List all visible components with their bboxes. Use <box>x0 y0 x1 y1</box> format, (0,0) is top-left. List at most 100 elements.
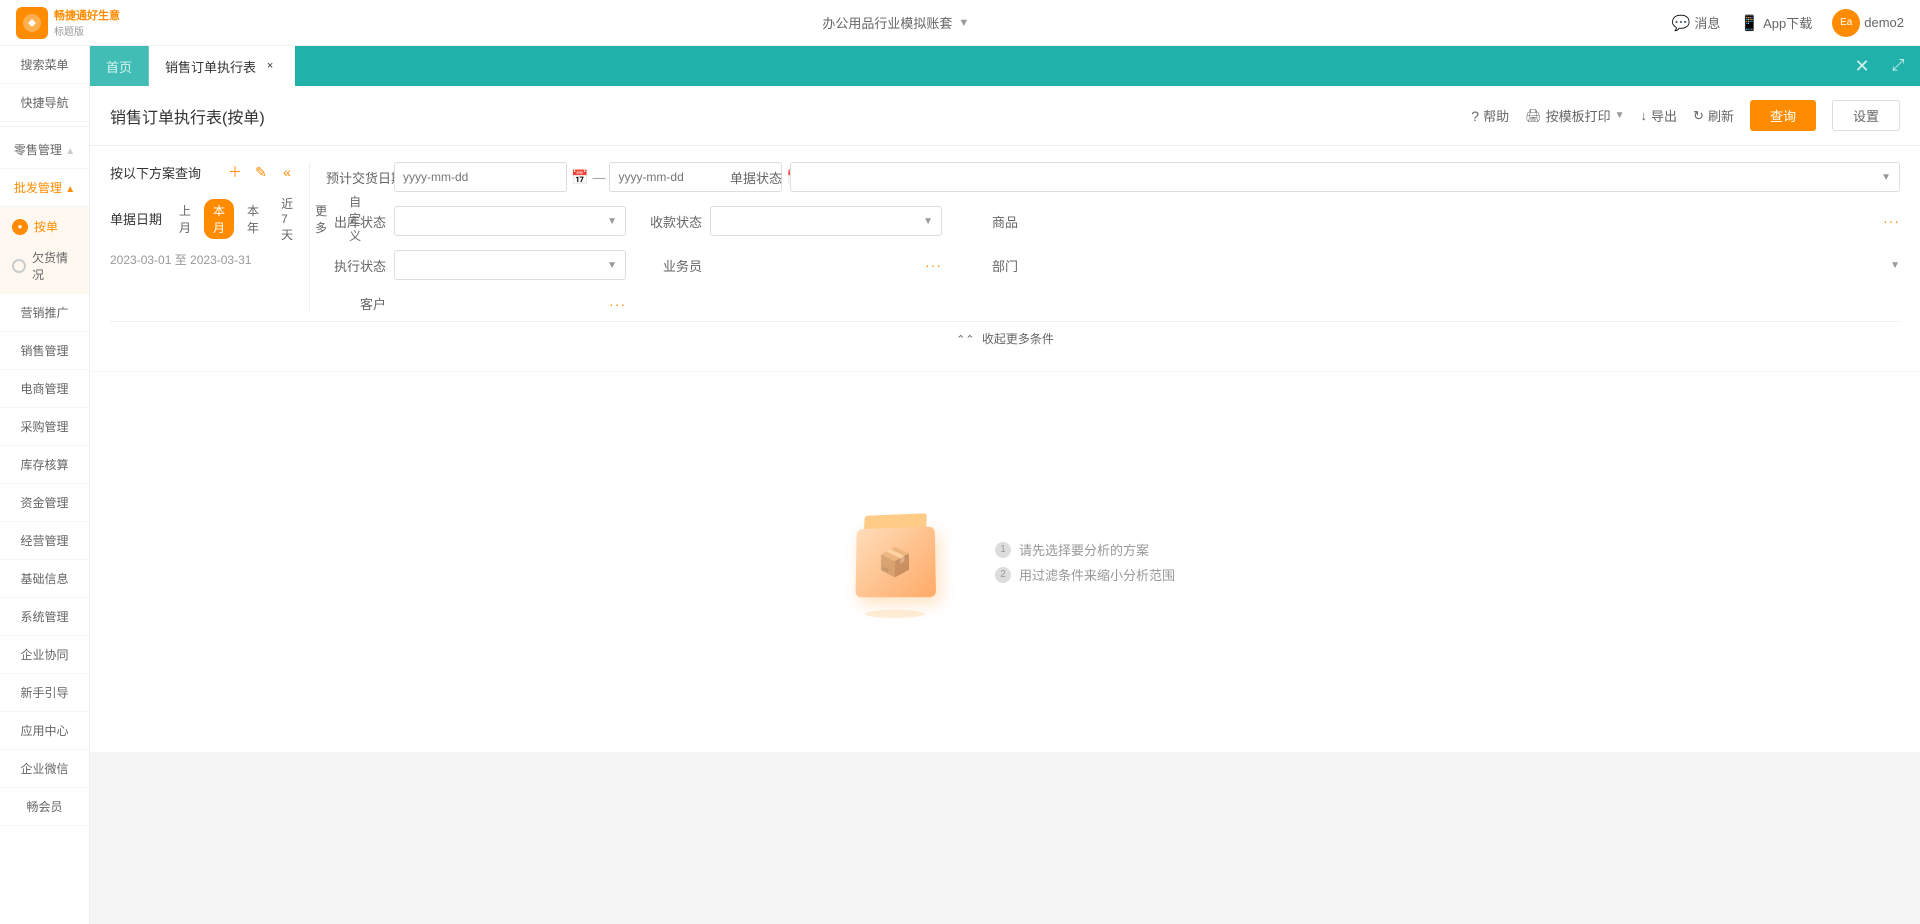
form-row-4: 客户 ··· <box>326 294 1900 313</box>
sidebar-item-basic[interactable]: 基础信息 <box>0 560 89 598</box>
date-filter-row: 单据日期 上月 本月 本年 近7天 更多 自定义 <box>110 190 297 247</box>
doc-status-arrow: ▼ <box>1881 172 1891 183</box>
app-download-btn[interactable]: 📱 App下载 <box>1740 13 1812 32</box>
tab-home[interactable]: 首页 <box>90 46 149 86</box>
sidebar-item-wholesale[interactable]: 批发管理 ▲ <box>0 169 89 207</box>
date-tag-7days[interactable]: 近7天 <box>272 192 302 246</box>
sidebar-item-wechat[interactable]: 企业微信 <box>0 750 89 788</box>
form-section: 预计交货日期 📅 — 📅 <box>310 162 1900 313</box>
help-btn[interactable]: ? 帮助 <box>1471 106 1509 125</box>
exec-status-arrow: ▼ <box>607 260 617 271</box>
page-title-actions: ? 帮助 🖨 按模板打印 ▼ ↓ 导出 ↻ 刷新 <box>1471 100 1900 145</box>
tab-close-btn[interactable]: × <box>262 58 278 74</box>
customer-picker-btn[interactable]: ··· <box>609 296 626 312</box>
goods-field: 商品 ··· <box>958 212 1900 231</box>
collapse-conditions-btn[interactable]: ⌃⌃ 收起更多条件 <box>110 321 1900 355</box>
sidebar: 搜索菜单 快捷导航 零售管理 ▲ 批发管理 ▲ ● 按单 欠货情况 营销推广 <box>0 46 90 924</box>
date-tag-current-year[interactable]: 本年 <box>238 199 268 239</box>
add-scheme-btn[interactable]: ＋ <box>225 162 245 182</box>
exec-status-select[interactable]: ▼ <box>394 250 626 280</box>
form-row-1: 预计交货日期 📅 — 📅 <box>326 162 1900 192</box>
tab-sales-order[interactable]: 销售订单执行表 × <box>149 46 295 86</box>
logo-text: 畅捷通好生意 标题版 <box>54 7 120 38</box>
collapse-left-btn[interactable]: « <box>277 162 297 182</box>
left-filter: 按以下方案查询 ＋ ✎ « 单据日期 上月 <box>110 162 310 313</box>
sidebar-item-purchase[interactable]: 采购管理 <box>0 408 89 446</box>
sidebar-item-finance[interactable]: 资金管理 <box>0 484 89 522</box>
nav-title-area[interactable]: 办公用品行业模拟账套 ▼ <box>822 13 969 32</box>
sidebar-quick-nav[interactable]: 快捷导航 <box>0 84 89 122</box>
dept-arrow: ▼ <box>1890 260 1900 271</box>
exec-status-field: 执行状态 ▼ <box>326 250 626 280</box>
filter-section: 按以下方案查询 ＋ ✎ « 单据日期 上月 <box>110 162 1900 313</box>
tab-close-window-btn[interactable]: ✕ <box>1848 52 1876 80</box>
print-btn[interactable]: 🖨 按模板打印 ▼ <box>1525 106 1624 125</box>
receipt-status-arrow: ▼ <box>923 216 933 227</box>
delivery-status-arrow: ▼ <box>607 216 617 227</box>
settings-btn[interactable]: 设置 <box>1832 100 1900 131</box>
delivery-date-start[interactable] <box>394 162 567 192</box>
customer-field: 客户 ··· <box>326 294 626 313</box>
delivery-status-select[interactable]: ▼ <box>394 206 626 236</box>
sub-nav-order[interactable]: ● 按单 <box>0 211 89 242</box>
sidebar-item-system[interactable]: 系统管理 <box>0 598 89 636</box>
date-tag-last-month[interactable]: 上月 <box>170 199 200 239</box>
edit-scheme-btn[interactable]: ✎ <box>251 162 271 182</box>
department-field: 部门 ▼ <box>958 256 1900 275</box>
sub-nav-order-icon: ● <box>12 219 28 235</box>
sidebar-item-appcenter[interactable]: 应用中心 <box>0 712 89 750</box>
sidebar-search-menu[interactable]: 搜索菜单 <box>0 46 89 84</box>
sub-nav-debt[interactable]: 欠货情况 <box>0 242 89 290</box>
sidebar-item-retail[interactable]: 零售管理 ▲ <box>0 131 89 169</box>
doc-status-select[interactable]: ▼ <box>790 162 1900 192</box>
sidebar-item-ecommerce[interactable]: 电商管理 <box>0 370 89 408</box>
expected-delivery-field: 预计交货日期 📅 — 📅 <box>326 162 706 192</box>
empty-text-list: 1 请先选择要分析的方案 2 用过滤条件来缩小分析范围 <box>995 537 1175 587</box>
refresh-btn[interactable]: ↻ 刷新 <box>1693 106 1734 125</box>
empty-step-1: 1 请先选择要分析的方案 <box>995 537 1175 562</box>
sidebar-item-sales[interactable]: 销售管理 <box>0 332 89 370</box>
empty-state: 📦 1 请先选择要分析的方案 2 用过滤条件来缩小分析范围 <box>90 372 1920 752</box>
main-layout: 搜索菜单 快捷导航 零售管理 ▲ 批发管理 ▲ ● 按单 欠货情况 营销推广 <box>0 46 1920 924</box>
content-area: 首页 销售订单执行表 × ✕ ⤢ 销售订单执行表(按单) ? 帮助 <box>90 46 1920 924</box>
form-row-3: 执行状态 ▼ 业务员 ··· <box>326 250 1900 280</box>
left-filter-header: 按以下方案查询 ＋ ✎ « <box>110 162 297 182</box>
calendar-icon-start[interactable]: 📅 <box>571 169 588 186</box>
date-tag-current-month[interactable]: 本月 <box>204 199 234 239</box>
sidebar-item-newuser[interactable]: 新手引导 <box>0 674 89 712</box>
sidebar-item-marketing[interactable]: 营销推广 <box>0 294 89 332</box>
empty-illustration: 📦 <box>835 502 955 622</box>
sidebar-item-inventory[interactable]: 库存核算 <box>0 446 89 484</box>
goods-picker-btn[interactable]: ··· <box>1883 213 1900 229</box>
page-title-bar: 销售订单执行表(按单) ? 帮助 🖨 按模板打印 ▼ ↓ 导出 <box>90 86 1920 146</box>
nav-dropdown-icon[interactable]: ▼ <box>958 17 969 29</box>
header-right: 💬 消息 📱 App下载 Ea demo2 <box>1672 9 1904 37</box>
delivery-status-field: 出库状态 ▼ <box>326 206 626 236</box>
user-avatar-btn[interactable]: Ea demo2 <box>1832 9 1904 37</box>
logo-icon <box>16 7 48 39</box>
header-left: 畅捷通好生意 标题版 <box>16 7 120 39</box>
search-btn[interactable]: 查询 <box>1750 100 1816 131</box>
sidebar-item-member[interactable]: 畅会员 <box>0 788 89 826</box>
tab-bar-actions: ✕ ⤢ <box>1848 52 1920 80</box>
page-title: 销售订单执行表(按单) <box>110 104 265 142</box>
form-row-2: 出库状态 ▼ 收款状态 ▼ <box>326 206 1900 236</box>
date-range-text: 2023-03-01 至 2023-03-31 <box>110 251 297 268</box>
left-filter-icons: ＋ ✎ « <box>225 162 297 182</box>
tab-maximize-btn[interactable]: ⤢ <box>1884 52 1912 80</box>
top-header: 畅捷通好生意 标题版 办公用品行业模拟账套 ▼ 💬 消息 📱 App下载 Ea … <box>0 0 1920 46</box>
date-filter-section: 单据日期 上月 本月 本年 近7天 更多 自定义 2023-03-01 至 20… <box>110 190 297 268</box>
receipt-status-select[interactable]: ▼ <box>710 206 942 236</box>
sidebar-item-operations[interactable]: 经营管理 <box>0 522 89 560</box>
avatar: Ea <box>1832 9 1860 37</box>
receipt-status-field: 收款状态 ▼ <box>642 206 942 236</box>
export-btn[interactable]: ↓ 导出 <box>1641 106 1678 125</box>
messages-btn[interactable]: 💬 消息 <box>1672 13 1721 32</box>
salesperson-picker-btn[interactable]: ··· <box>925 257 942 273</box>
search-panel: 按以下方案查询 ＋ ✎ « 单据日期 上月 <box>90 146 1920 371</box>
nav-title: 办公用品行业模拟账套 <box>822 13 952 32</box>
sidebar-item-enterprise[interactable]: 企业协同 <box>0 636 89 674</box>
page-content: 销售订单执行表(按单) ? 帮助 🖨 按模板打印 ▼ ↓ 导出 <box>90 86 1920 924</box>
logo-area: 畅捷通好生意 标题版 <box>16 7 120 39</box>
tab-bar: 首页 销售订单执行表 × ✕ ⤢ <box>90 46 1920 86</box>
